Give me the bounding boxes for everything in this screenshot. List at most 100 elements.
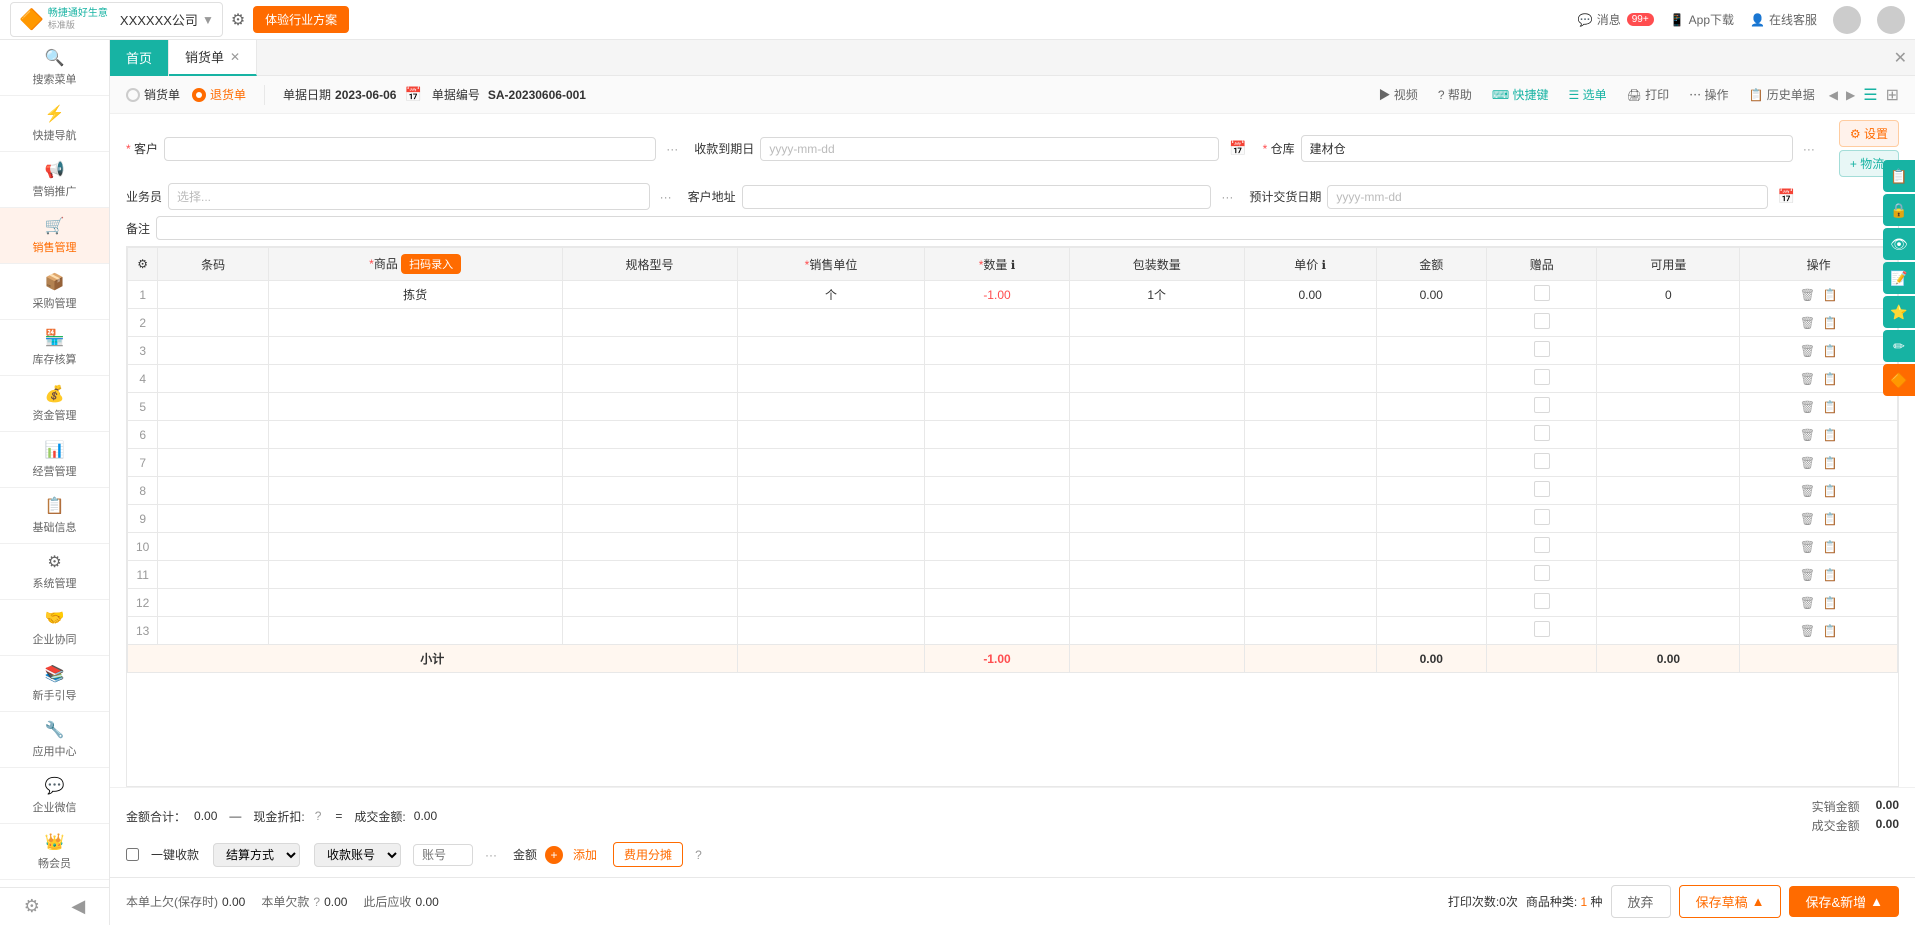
cell-pkg-7[interactable] xyxy=(1069,449,1244,477)
cell-unit-11[interactable] xyxy=(737,561,925,589)
copy-icon-13[interactable]: 📋 xyxy=(1822,624,1837,638)
cell-qty-1[interactable]: -1.00 xyxy=(925,281,1069,309)
cell-spec-12[interactable] xyxy=(562,589,737,617)
save-new-btn[interactable]: 保存&新增 ▲ xyxy=(1789,886,1899,917)
delete-icon-12[interactable]: 🗑 xyxy=(1800,596,1815,610)
operation-btn[interactable]: ⋯ 操作 xyxy=(1683,84,1734,105)
sidebar-item-sales[interactable]: 🛒 销售管理 xyxy=(0,208,109,264)
sidebar-item-marketing[interactable]: 📢 营销推广 xyxy=(0,152,109,208)
cell-pkg-8[interactable] xyxy=(1069,477,1244,505)
cell-price-2[interactable] xyxy=(1244,309,1376,337)
right-float-item-7[interactable]: 🔶 xyxy=(1883,364,1915,396)
cell-gift-3[interactable] xyxy=(1487,337,1597,365)
sidebar-item-wechat[interactable]: 💬 企业微信 xyxy=(0,768,109,824)
cell-amount-1[interactable]: 0.00 xyxy=(1376,281,1486,309)
sidebar-item-shortcut[interactable]: ⚡ 快捷导航 xyxy=(0,96,109,152)
settings-btn[interactable]: ⚙ 设置 xyxy=(1839,120,1899,147)
cell-barcode-5[interactable] xyxy=(158,393,268,421)
radio-sales[interactable]: 销货单 xyxy=(126,86,180,103)
cell-amount-3[interactable] xyxy=(1376,337,1486,365)
shortcut-key-btn[interactable]: ⌨ 快捷键 xyxy=(1486,84,1555,105)
cell-spec-1[interactable] xyxy=(562,281,737,309)
sidebar-item-member[interactable]: 👑 畅会员 xyxy=(0,824,109,880)
expected-date-input[interactable]: yyyy-mm-dd xyxy=(1327,185,1767,209)
cell-price-3[interactable] xyxy=(1244,337,1376,365)
cell-product-11[interactable] xyxy=(268,561,562,589)
tab-close-icon[interactable]: ✕ xyxy=(230,50,240,64)
copy-icon-7[interactable]: 📋 xyxy=(1822,456,1837,470)
cell-qty-8[interactable] xyxy=(925,477,1069,505)
due-date-input[interactable]: yyyy-mm-dd xyxy=(760,137,1219,161)
sidebar-item-apps[interactable]: 🔧 应用中心 xyxy=(0,712,109,768)
sidebar-item-finance[interactable]: 💰 资金管理 xyxy=(0,376,109,432)
cell-amount-9[interactable] xyxy=(1376,505,1486,533)
cell-unit-4[interactable] xyxy=(737,365,925,393)
cell-spec-10[interactable] xyxy=(562,533,737,561)
cell-barcode-6[interactable] xyxy=(158,421,268,449)
cell-spec-9[interactable] xyxy=(562,505,737,533)
customer-addr-input[interactable] xyxy=(742,185,1212,209)
cell-barcode-11[interactable] xyxy=(158,561,268,589)
cell-gift-4[interactable] xyxy=(1487,365,1597,393)
cell-price-8[interactable] xyxy=(1244,477,1376,505)
copy-icon-9[interactable]: 📋 xyxy=(1822,512,1837,526)
cell-spec-5[interactable] xyxy=(562,393,737,421)
cell-pkg-4[interactable] xyxy=(1069,365,1244,393)
help-btn[interactable]: ? 帮助 xyxy=(1432,84,1478,105)
delete-icon-1[interactable]: 🗑 xyxy=(1800,288,1815,302)
delete-icon-13[interactable]: 🗑 xyxy=(1800,624,1815,638)
save-draft-btn[interactable]: 保存草稿 ▲ xyxy=(1679,885,1782,918)
cell-pkg-11[interactable] xyxy=(1069,561,1244,589)
settlement-select[interactable]: 结算方式 xyxy=(213,843,300,867)
cell-gift-2[interactable] xyxy=(1487,309,1597,337)
cell-product-10[interactable] xyxy=(268,533,562,561)
company-selector[interactable]: 🔶 畅捷通好生意 标准版 XXXXXX公司 ▼ xyxy=(10,2,223,37)
right-float-item-3[interactable]: 👁 xyxy=(1883,228,1915,260)
scan-btn[interactable]: 扫码录入 xyxy=(401,254,461,274)
cell-pkg-10[interactable] xyxy=(1069,533,1244,561)
sidebar-item-operations[interactable]: 📊 经营管理 xyxy=(0,432,109,488)
expected-date-calendar-icon[interactable]: 📅 xyxy=(1778,188,1795,205)
cell-product-9[interactable] xyxy=(268,505,562,533)
app-download-btn[interactable]: 📱 App下载 xyxy=(1670,11,1734,28)
cell-barcode-2[interactable] xyxy=(158,309,268,337)
copy-icon-11[interactable]: 📋 xyxy=(1822,568,1837,582)
warehouse-input[interactable]: 建材仓 xyxy=(1301,135,1793,162)
delete-icon-4[interactable]: 🗑 xyxy=(1800,372,1815,386)
cell-barcode-7[interactable] xyxy=(158,449,268,477)
question-icon[interactable]: ? xyxy=(315,809,322,823)
video-btn[interactable]: ▶ 视频 xyxy=(1372,84,1423,105)
fee-btn[interactable]: 费用分摊 xyxy=(613,842,683,867)
delete-icon-2[interactable]: 🗑 xyxy=(1800,316,1815,330)
cell-price-13[interactable] xyxy=(1244,617,1376,645)
cell-amount-6[interactable] xyxy=(1376,421,1486,449)
customer-addr-dots[interactable]: ··· xyxy=(1221,190,1233,204)
cell-spec-7[interactable] xyxy=(562,449,737,477)
cell-qty-9[interactable] xyxy=(925,505,1069,533)
cell-gift-10[interactable] xyxy=(1487,533,1597,561)
cell-price-11[interactable] xyxy=(1244,561,1376,589)
cell-qty-6[interactable] xyxy=(925,421,1069,449)
grid-view-icon[interactable]: ⊞ xyxy=(1886,85,1899,105)
cell-gift-11[interactable] xyxy=(1487,561,1597,589)
copy-icon-1[interactable]: 📋 xyxy=(1822,288,1837,302)
delete-icon-11[interactable]: 🗑 xyxy=(1800,568,1815,582)
salesman-dots[interactable]: ··· xyxy=(660,190,672,204)
customer-input[interactable] xyxy=(164,137,656,161)
add-btn[interactable]: + xyxy=(545,846,563,864)
copy-icon-10[interactable]: 📋 xyxy=(1822,540,1837,554)
cell-amount-5[interactable] xyxy=(1376,393,1486,421)
sidebar-item-purchase[interactable]: 📦 采购管理 xyxy=(0,264,109,320)
cell-qty-2[interactable] xyxy=(925,309,1069,337)
delete-icon-7[interactable]: 🗑 xyxy=(1800,456,1815,470)
cell-product-13[interactable] xyxy=(268,617,562,645)
cell-price-12[interactable] xyxy=(1244,589,1376,617)
cell-spec-2[interactable] xyxy=(562,309,737,337)
cell-qty-10[interactable] xyxy=(925,533,1069,561)
owe-help-icon[interactable]: ? xyxy=(313,895,320,909)
cell-price-4[interactable] xyxy=(1244,365,1376,393)
right-float-item-4[interactable]: 📝 xyxy=(1883,262,1915,294)
cell-barcode-10[interactable] xyxy=(158,533,268,561)
cell-unit-12[interactable] xyxy=(737,589,925,617)
cell-spec-3[interactable] xyxy=(562,337,737,365)
